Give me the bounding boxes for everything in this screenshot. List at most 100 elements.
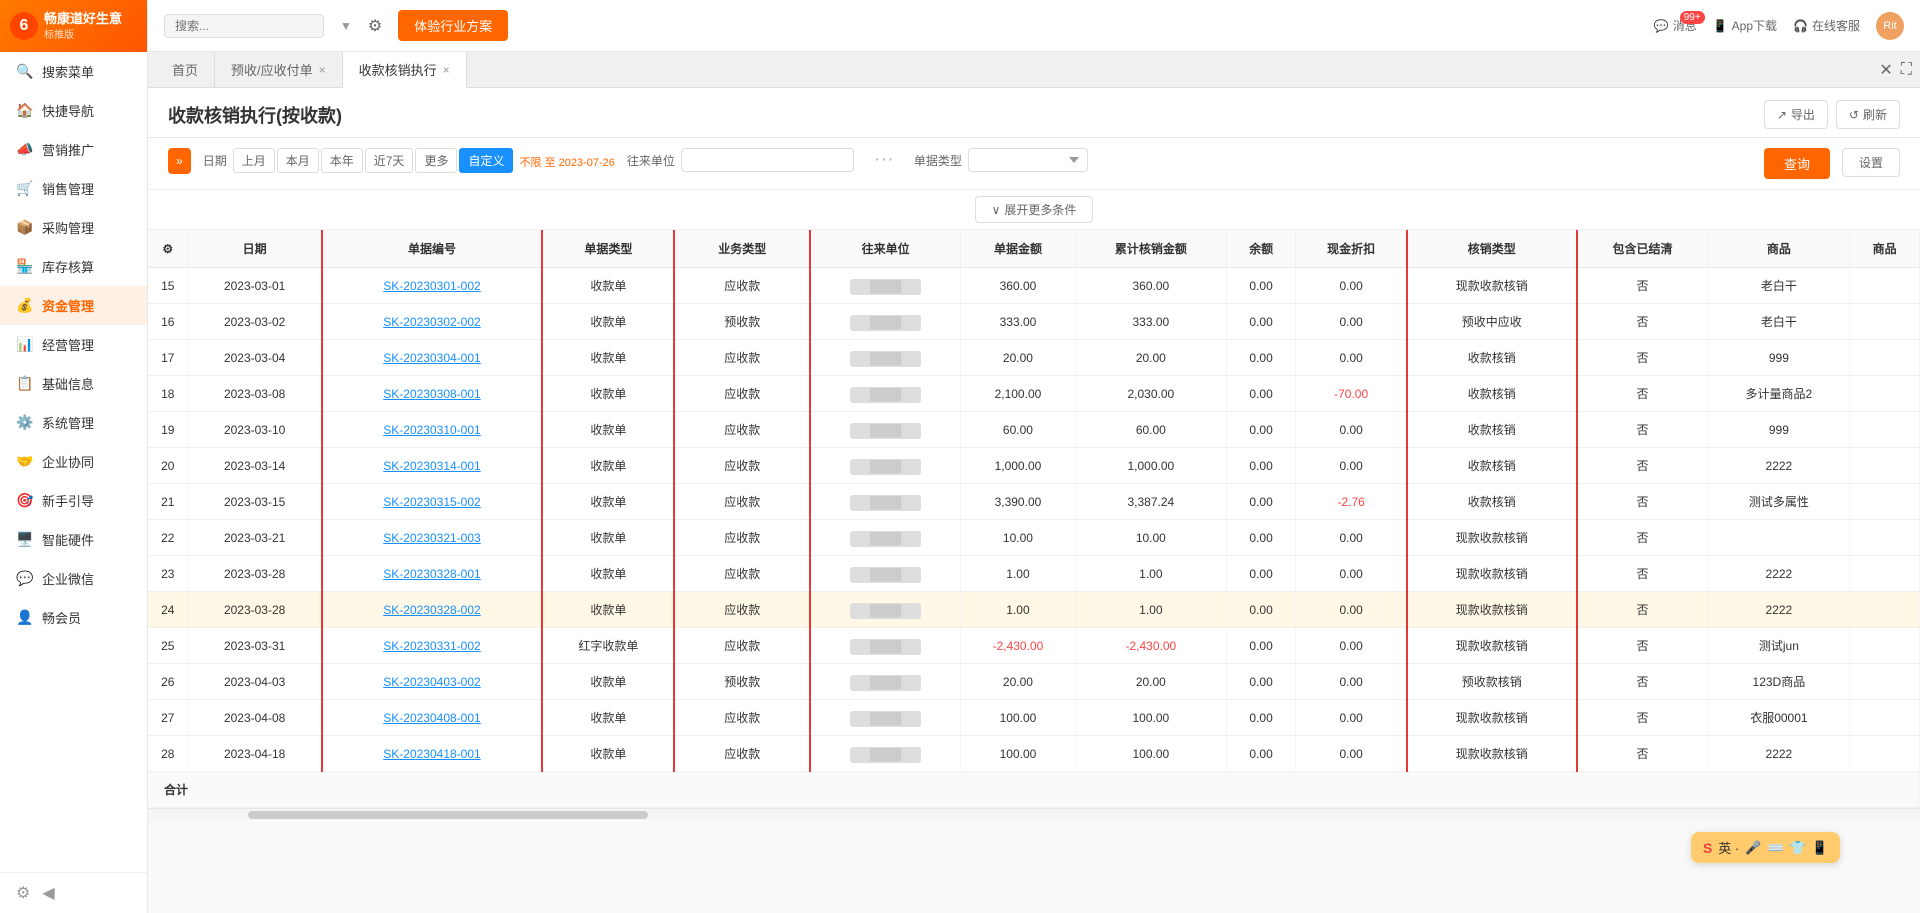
order-link[interactable]: SK-20230418-001	[383, 747, 480, 761]
topbar-settings-icon[interactable]: ⚙	[368, 16, 382, 36]
filter-date-this-year[interactable]: 本年	[321, 148, 363, 173]
filter-expand-button[interactable]: »	[168, 148, 191, 174]
table-cell[interactable]: SK-20230328-001	[322, 556, 542, 592]
sidebar-item-label: 畅会员	[42, 608, 81, 627]
order-link[interactable]: SK-20230321-003	[383, 531, 480, 545]
order-link[interactable]: SK-20230304-001	[383, 351, 480, 365]
order-link[interactable]: SK-20230328-001	[383, 567, 480, 581]
table-cell: 360.00	[961, 268, 1076, 304]
sidebar-item-search[interactable]: 🔍 搜索菜单	[0, 52, 147, 91]
table-cell: 100.00	[961, 700, 1076, 736]
table-scroll-thumb[interactable]	[248, 811, 648, 819]
sidebar-collapse-icon[interactable]: ◀	[42, 883, 54, 903]
apps-icon[interactable]: 📱	[1812, 840, 1828, 856]
sidebar-item-funds[interactable]: 💰 资金管理	[0, 286, 147, 325]
table-footer-row: 合计	[148, 772, 1920, 808]
sidebar-item-hardware[interactable]: 🖥️ 智能硬件	[0, 520, 147, 559]
table-cell: 0.00	[1226, 268, 1296, 304]
messages-link[interactable]: 💬 消息 99+	[1654, 17, 1697, 34]
table-cell: 现款收款核销	[1407, 268, 1577, 304]
table-cell[interactable]: SK-20230302-002	[322, 304, 542, 340]
filter-settings-button[interactable]: 设置	[1842, 148, 1900, 177]
export-button[interactable]: ↗ 导出	[1764, 100, 1828, 129]
filter-date-more[interactable]: 更多	[415, 148, 457, 173]
keyboard-icon[interactable]: ⌨️	[1767, 840, 1783, 856]
query-button[interactable]: 查询	[1764, 148, 1830, 179]
order-link[interactable]: SK-20230403-002	[383, 675, 480, 689]
order-link[interactable]: SK-20230301-002	[383, 279, 480, 293]
tabbar-close-icon[interactable]: ✕	[1879, 60, 1892, 80]
user-avatar[interactable]: Rit	[1876, 12, 1904, 40]
table-cell[interactable]: SK-20230328-002	[322, 592, 542, 628]
table-cell[interactable]: SK-20230331-002	[322, 628, 542, 664]
tab-prepay[interactable]: 预收/应收付单 ×	[215, 52, 343, 88]
tabbar-maximize-icon[interactable]: ⛶	[1901, 61, 1912, 79]
order-link[interactable]: SK-20230310-001	[383, 423, 480, 437]
table-cell: 17	[148, 340, 188, 376]
mic-icon[interactable]: 🎤	[1745, 840, 1761, 856]
table-cell[interactable]: SK-20230304-001	[322, 340, 542, 376]
page-header-actions: ↗ 导出 ↺ 刷新	[1764, 100, 1900, 129]
order-link[interactable]: SK-20230308-001	[383, 387, 480, 401]
sidebar-item-business[interactable]: 📊 经营管理	[0, 325, 147, 364]
topbar-dropdown-arrow[interactable]: ▼	[340, 19, 352, 33]
order-link[interactable]: SK-20230302-002	[383, 315, 480, 329]
table-cell[interactable]: SK-20230315-002	[322, 484, 542, 520]
shirt-icon[interactable]: 👕	[1790, 840, 1806, 856]
filter-receipt-type-select[interactable]: 收款单 红字收款单	[968, 148, 1088, 172]
tab-prepay-close[interactable]: ×	[319, 63, 326, 77]
filter-date-last-month[interactable]: 上月	[233, 148, 275, 173]
order-link[interactable]: SK-20230315-002	[383, 495, 480, 509]
sidebar-item-wechat[interactable]: 💬 企业微信	[0, 559, 147, 598]
sidebar-item-sales[interactable]: 🛒 销售管理	[0, 169, 147, 208]
sidebar-settings-icon[interactable]: ⚙	[16, 883, 30, 903]
table-scrollbar[interactable]	[148, 808, 1920, 820]
sidebar-item-basic[interactable]: 📋 基础信息	[0, 364, 147, 403]
filter-date-this-month[interactable]: 本月	[277, 148, 319, 173]
order-link[interactable]: SK-20230331-002	[383, 639, 480, 653]
table-cell: 0.00	[1296, 556, 1407, 592]
sidebar-item-quicknav[interactable]: 🏠 快捷导航	[0, 91, 147, 130]
sidebar-item-guide[interactable]: 🎯 新手引导	[0, 481, 147, 520]
filter-date-7days[interactable]: 近7天	[365, 148, 414, 173]
tab-collection-close[interactable]: ×	[443, 63, 450, 77]
table-cell: 否	[1577, 592, 1708, 628]
sidebar-item-inventory[interactable]: 🏪 库存核算	[0, 247, 147, 286]
filter-date-custom[interactable]: 自定义	[459, 148, 513, 173]
tab-prepay-label: 预收/应收付单	[231, 60, 313, 79]
order-link[interactable]: SK-20230314-001	[383, 459, 480, 473]
table-cell[interactable]: SK-20230403-002	[322, 664, 542, 700]
filter-partner-label: 往来单位	[627, 152, 675, 169]
table-cell: -70.00	[1296, 376, 1407, 412]
order-link[interactable]: SK-20230328-002	[383, 603, 480, 617]
table-cell[interactable]: SK-20230310-001	[322, 412, 542, 448]
table-cell[interactable]: SK-20230408-001	[322, 700, 542, 736]
table-cell[interactable]: SK-20230314-001	[322, 448, 542, 484]
industry-solution-button[interactable]: 体验行业方案	[398, 10, 508, 41]
table-cell[interactable]: SK-20230301-002	[322, 268, 542, 304]
table-cell[interactable]: SK-20230418-001	[322, 736, 542, 772]
tab-collection[interactable]: 收款核销执行 ×	[343, 52, 467, 88]
online-service-link[interactable]: 🎧 在线客服	[1793, 17, 1860, 34]
table-cell[interactable]: SK-20230308-001	[322, 376, 542, 412]
sidebar-item-member[interactable]: 👤 畅会员	[0, 598, 147, 637]
table-cell[interactable]: SK-20230321-003	[322, 520, 542, 556]
table-row: 282023-04-18SK-20230418-001收款单应收款████100…	[148, 736, 1920, 772]
sidebar-item-label: 搜索菜单	[42, 62, 94, 81]
tab-home[interactable]: 首页	[156, 52, 215, 88]
refresh-button[interactable]: ↺ 刷新	[1836, 100, 1900, 129]
expand-more-button[interactable]: ∨ 展开更多条件	[975, 196, 1094, 223]
app-download-link[interactable]: 📱 App下载	[1713, 17, 1777, 34]
filter-partner-input[interactable]	[681, 148, 854, 172]
sidebar-item-enterprise[interactable]: 🤝 企业协同	[0, 442, 147, 481]
wechat-icon: 💬	[16, 570, 34, 588]
topbar-search-input[interactable]	[164, 14, 324, 38]
sidebar-item-marketing[interactable]: 📣 营销推广	[0, 130, 147, 169]
th-order-no: 单据编号	[322, 230, 542, 268]
table-cell: 收款单	[542, 484, 674, 520]
th-settings[interactable]: ⚙	[148, 230, 188, 268]
sidebar-item-system[interactable]: ⚙️ 系统管理	[0, 403, 147, 442]
table-cell: 19	[148, 412, 188, 448]
order-link[interactable]: SK-20230408-001	[383, 711, 480, 725]
sidebar-item-purchase[interactable]: 📦 采购管理	[0, 208, 147, 247]
